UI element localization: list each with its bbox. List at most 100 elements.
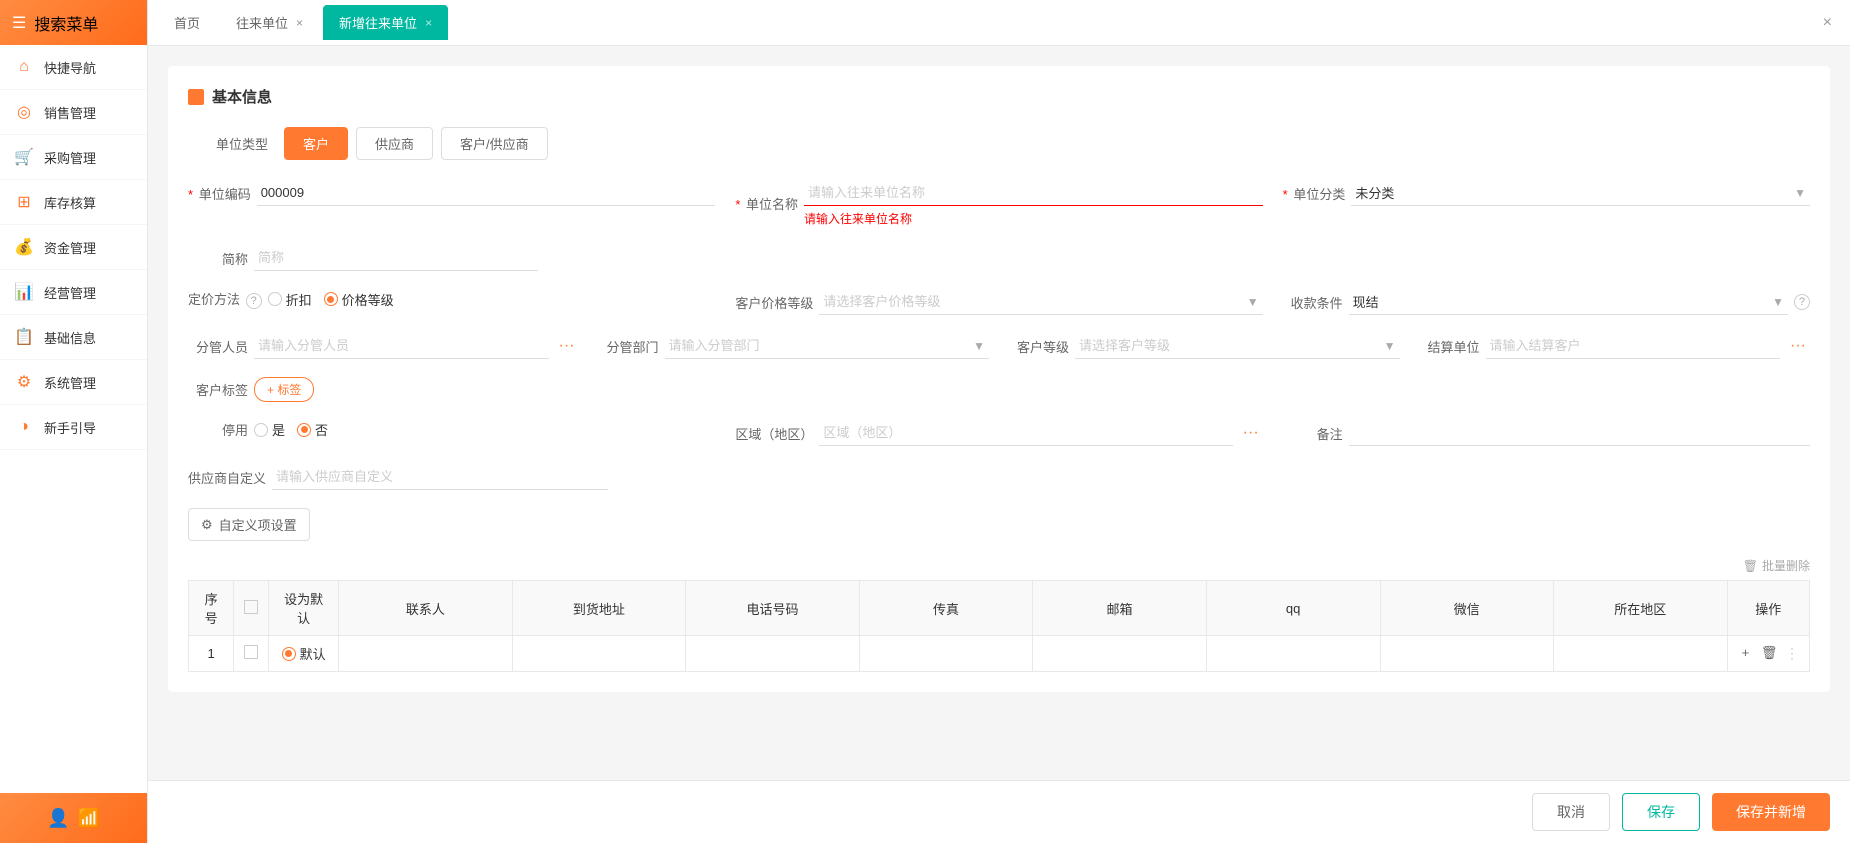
- basics-icon: 📋: [14, 327, 34, 347]
- field-supplier-custom: 供应商自定义: [188, 464, 608, 490]
- manager-input[interactable]: [254, 333, 549, 359]
- add-row-btn[interactable]: +: [1742, 645, 1750, 660]
- drag-handle[interactable]: ⋮: [1785, 645, 1799, 661]
- sidebar-item-operations[interactable]: 📊 经营管理: [0, 270, 147, 315]
- settlement-more-btn[interactable]: ···: [1786, 337, 1810, 355]
- sidebar-item-system[interactable]: ⚙ 系统管理: [0, 360, 147, 405]
- customer-level-select[interactable]: ▼: [1075, 333, 1400, 359]
- phone-input[interactable]: [696, 646, 849, 661]
- unit-category-input[interactable]: [1351, 180, 1790, 205]
- field-region: 区域（地区） ···: [735, 420, 1262, 446]
- row-check[interactable]: [244, 645, 258, 659]
- required-mark-2: *: [735, 197, 740, 212]
- disable-yes-radio[interactable]: 是: [254, 420, 285, 439]
- row-checkbox[interactable]: [234, 636, 269, 672]
- customer-price-input[interactable]: [819, 289, 1242, 314]
- sidebar-item-basics[interactable]: 📋 基础信息: [0, 315, 147, 360]
- form-row-1: * 单位编码 * 单位名称 请输入往来单位名称: [188, 180, 1810, 227]
- field-department: 分管部门 ▼: [599, 333, 990, 359]
- pricing-discount-radio[interactable]: 折扣: [268, 290, 312, 309]
- section-title-text: 基本信息: [212, 86, 272, 107]
- wechat-input[interactable]: [1391, 646, 1544, 661]
- type-btn-both[interactable]: 客户/供应商: [441, 127, 548, 160]
- supplier-custom-input[interactable]: [272, 464, 608, 490]
- sidebar-item-guide[interactable]: ◑ 新手引导: [0, 405, 147, 450]
- section-icon: [188, 89, 204, 105]
- region-input[interactable]: [819, 420, 1232, 446]
- payment-terms-input[interactable]: [1349, 289, 1768, 314]
- department-select[interactable]: ▼: [665, 333, 990, 359]
- table-row: 1 默认: [189, 636, 1810, 672]
- supplier-custom-label: 供应商自定义: [188, 468, 266, 487]
- header-checkbox[interactable]: [244, 600, 258, 614]
- tab-new-partner-close[interactable]: ×: [425, 16, 432, 30]
- contact-input[interactable]: [349, 646, 502, 661]
- pricing-level-radio[interactable]: 价格等级: [324, 290, 394, 309]
- tab-home[interactable]: 首页: [158, 5, 216, 40]
- col-email: 邮箱: [1033, 581, 1207, 636]
- default-radio[interactable]: 默认: [279, 644, 328, 663]
- department-input[interactable]: [665, 333, 970, 358]
- save-button[interactable]: 保存: [1622, 793, 1700, 831]
- tab-bar: 首页 往来单位 × 新增往来单位 × ×: [148, 0, 1850, 46]
- pricing-radio-group: 折扣 价格等级: [268, 290, 394, 309]
- row-phone[interactable]: [686, 636, 860, 672]
- tab-new-partner[interactable]: 新增往来单位 ×: [323, 5, 448, 40]
- row-region-input[interactable]: [1564, 646, 1717, 661]
- col-check[interactable]: [234, 581, 269, 636]
- row-region[interactable]: [1554, 636, 1728, 672]
- disable-no-radio[interactable]: 否: [297, 420, 328, 439]
- type-btn-customer[interactable]: 客户: [284, 127, 348, 160]
- unit-code-input[interactable]: [257, 180, 716, 206]
- sidebar-item-inventory[interactable]: ⊞ 库存核算: [0, 180, 147, 225]
- row-qq[interactable]: [1206, 636, 1380, 672]
- sidebar-item-label: 快捷导航: [44, 58, 96, 77]
- form-row-tags: 客户标签 + 标签: [188, 377, 1810, 402]
- payment-help-icon[interactable]: ?: [1794, 294, 1810, 310]
- unit-name-input[interactable]: [804, 180, 1263, 206]
- window-close-button[interactable]: ×: [1815, 10, 1840, 36]
- tab-partner-list-close[interactable]: ×: [296, 16, 303, 30]
- delete-row-btn[interactable]: 🗑: [1761, 645, 1778, 660]
- fax-input[interactable]: [870, 646, 1023, 661]
- field-payment-terms: 收款条件 ▼ ?: [1283, 289, 1810, 315]
- row-fax[interactable]: [859, 636, 1033, 672]
- row-contact[interactable]: [339, 636, 513, 672]
- contact-table: 序号 设为默认 联系人 到货地址 电话号码 传真 邮箱 qq 微信 所在地区: [188, 580, 1810, 672]
- field-disable: 停用 是 否: [188, 420, 715, 439]
- sidebar-item-sales[interactable]: ◎ 销售管理: [0, 90, 147, 135]
- address-input[interactable]: [523, 646, 676, 661]
- add-tag-button[interactable]: + 标签: [254, 377, 314, 402]
- customer-level-input[interactable]: [1075, 333, 1380, 358]
- sidebar-item-quick-nav[interactable]: ⌂ 快捷导航: [0, 45, 147, 90]
- row-address[interactable]: [512, 636, 686, 672]
- cancel-button[interactable]: 取消: [1532, 793, 1610, 831]
- customer-price-select[interactable]: ▼: [819, 289, 1262, 315]
- pricing-help-icon[interactable]: ?: [246, 293, 262, 309]
- sidebar-item-finance[interactable]: 💰 资金管理: [0, 225, 147, 270]
- row-wechat[interactable]: [1380, 636, 1554, 672]
- tab-partner-list[interactable]: 往来单位 ×: [220, 5, 319, 40]
- custom-settings-button[interactable]: ⚙ 自定义项设置: [188, 508, 310, 541]
- sidebar-item-purchase[interactable]: 🛒 采购管理: [0, 135, 147, 180]
- type-btn-supplier[interactable]: 供应商: [356, 127, 433, 160]
- remark-input[interactable]: [1349, 420, 1810, 446]
- sidebar-item-label: 资金管理: [44, 238, 96, 257]
- alias-input[interactable]: [254, 245, 538, 271]
- qq-input[interactable]: [1217, 646, 1370, 661]
- payment-terms-select[interactable]: ▼: [1349, 289, 1788, 315]
- unit-category-select-wrapper[interactable]: ▼: [1351, 180, 1810, 206]
- row-email[interactable]: [1033, 636, 1207, 672]
- unit-type-row: 单位类型 客户 供应商 客户/供应商: [188, 127, 1810, 160]
- save-new-button[interactable]: 保存并新增: [1712, 793, 1830, 831]
- email-input[interactable]: [1043, 646, 1196, 661]
- settlement-input[interactable]: [1486, 333, 1781, 359]
- batch-delete-area[interactable]: 🗑 批量删除: [188, 557, 1810, 574]
- region-more-btn[interactable]: ···: [1239, 424, 1263, 442]
- unit-type-label: 单位类型: [188, 134, 268, 153]
- manager-more-btn[interactable]: ···: [555, 337, 579, 355]
- customer-level-chevron: ▼: [1380, 339, 1400, 353]
- sales-icon: ◎: [14, 102, 34, 122]
- search-menu-button[interactable]: ☰ 搜索菜单: [0, 0, 147, 45]
- section-title: 基本信息: [188, 86, 1810, 107]
